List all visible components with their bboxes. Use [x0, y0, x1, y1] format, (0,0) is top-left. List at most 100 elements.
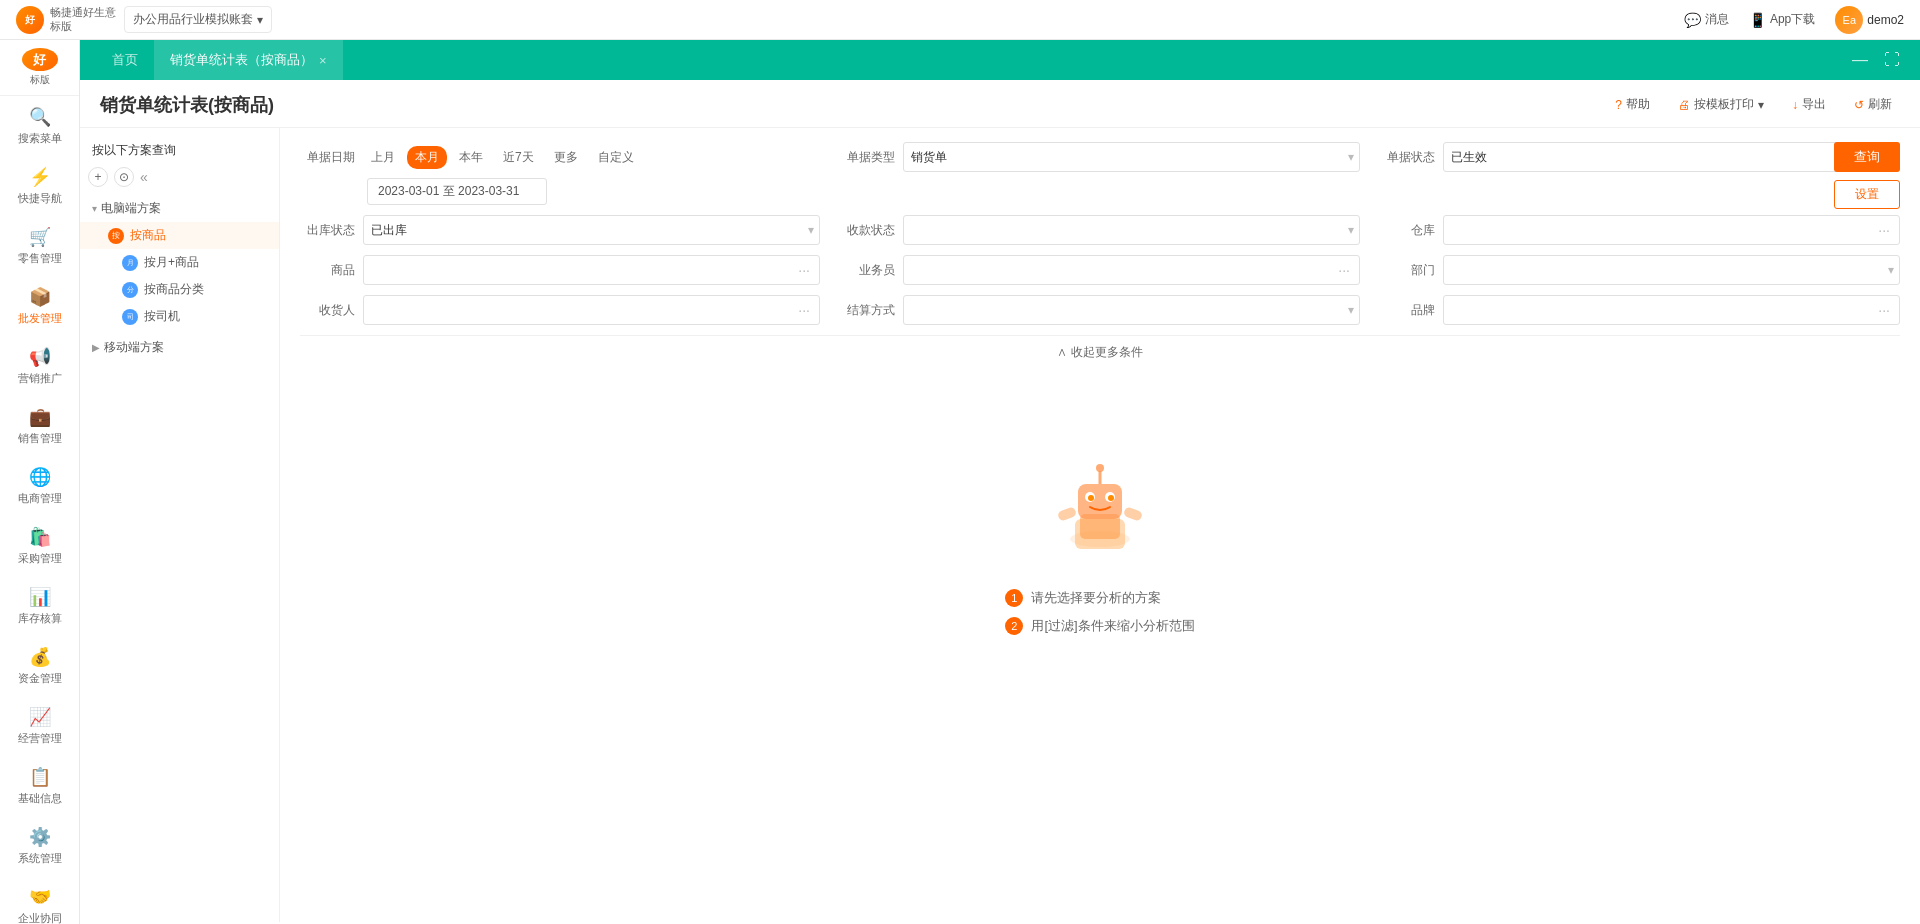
filter-action-buttons: 查询 设置: [1834, 142, 1900, 209]
refresh-icon: ↺: [1854, 98, 1864, 112]
panel-title: 按以下方案查询: [92, 142, 176, 159]
settlement-label: 结算方式: [840, 302, 895, 319]
recipient-label: 收货人: [300, 302, 355, 319]
sidebar-item-operation[interactable]: 📈 经营管理: [0, 696, 79, 756]
search-icon: 🔍: [29, 106, 51, 128]
step-num-2: 2: [1005, 617, 1023, 635]
step-num-1: 1: [1005, 589, 1023, 607]
date-tab-custom[interactable]: 自定义: [590, 146, 642, 169]
date-tab-7days[interactable]: 近7天: [495, 146, 542, 169]
sidebar-item-ecommerce[interactable]: 🌐 电商管理: [0, 456, 79, 516]
sidebar-item-basic[interactable]: 📋 基础信息: [0, 756, 79, 816]
tree-item-by-month-label: 按月+商品: [144, 254, 199, 271]
settlement-dropdown-icon[interactable]: ▾: [1348, 303, 1354, 317]
print-button[interactable]: 🖨 按模板打印 ▾: [1670, 92, 1772, 117]
tree-group-desktop-header[interactable]: ▾ 电脑端方案: [80, 195, 279, 222]
date-tab-thismonth[interactable]: 本月: [407, 146, 447, 169]
brand-more-icon[interactable]: ···: [1874, 302, 1894, 318]
window-controls: — ⛶: [1848, 48, 1904, 72]
avatar: Ea: [1835, 6, 1863, 34]
empty-step-2-text: 用[过滤]条件来缩小分析范围: [1031, 617, 1194, 635]
ecommerce-icon: 🌐: [29, 466, 51, 488]
payment-status-dropdown-icon[interactable]: ▾: [1348, 223, 1354, 237]
empty-step-2: 2 用[过滤]条件来缩小分析范围: [1005, 617, 1194, 635]
tab-close-icon[interactable]: ×: [319, 53, 327, 68]
tab-home[interactable]: 首页: [96, 40, 154, 80]
product-more-icon[interactable]: ···: [794, 262, 814, 278]
help-button[interactable]: ? 帮助: [1607, 92, 1658, 117]
sidebar-item-purchase[interactable]: 🛍️ 采购管理: [0, 516, 79, 576]
download-icon: 📱: [1749, 12, 1766, 28]
product-wrap: ···: [363, 255, 820, 285]
print-dropdown-icon[interactable]: ▾: [1758, 98, 1764, 112]
salesperson-label: 业务员: [840, 262, 895, 279]
top-header: 好 畅捷通好生意 标版 办公用品行业模拟账套 ▾ 💬 消息 📱 App下载 Ea…: [0, 0, 1920, 40]
workspace-selector[interactable]: 办公用品行业模拟账套 ▾: [124, 6, 272, 33]
sidebar-item-retail[interactable]: 🛒 零售管理: [0, 216, 79, 276]
tree-item-by-product[interactable]: 按 按商品: [80, 222, 279, 249]
sidebar-item-cooperation[interactable]: 🤝 企业协同: [0, 876, 79, 924]
salesperson-input[interactable]: [903, 255, 1360, 285]
sidebar-label-ecommerce: 电商管理: [18, 491, 62, 506]
minimize-icon[interactable]: —: [1848, 48, 1872, 72]
payment-status-wrap: ▾: [903, 215, 1360, 245]
warehouse-input[interactable]: [1443, 215, 1900, 245]
collapse-more-conditions[interactable]: ∧ 收起更多条件: [300, 335, 1900, 369]
add-scheme-button[interactable]: +: [88, 167, 108, 187]
recipient-more-icon[interactable]: ···: [794, 302, 814, 318]
tab-current[interactable]: 销货单统计表（按商品） ×: [154, 40, 343, 80]
settings-scheme-icon: ⊙: [119, 170, 129, 184]
payment-status-input[interactable]: [903, 215, 1360, 245]
warehouse-status-wrap: 已出库 ▾: [363, 215, 820, 245]
warehouse-more-icon[interactable]: ···: [1874, 222, 1894, 238]
settings-scheme-button[interactable]: ⊙: [114, 167, 134, 187]
recipient-input[interactable]: [363, 295, 820, 325]
sidebar-item-system[interactable]: ⚙️ 系统管理: [0, 816, 79, 876]
query-button[interactable]: 查询: [1834, 142, 1900, 172]
app-download-action[interactable]: 📱 App下载: [1749, 11, 1815, 28]
message-action[interactable]: 💬 消息: [1684, 11, 1729, 28]
date-range-display[interactable]: 2023-03-01 至 2023-03-31: [367, 178, 547, 205]
tree-item-by-category[interactable]: 分 按商品分类: [80, 276, 279, 303]
sidebar-label-sales: 销售管理: [18, 431, 62, 446]
collapse-panel-button[interactable]: «: [140, 169, 148, 185]
user-name[interactable]: demo2: [1867, 13, 1904, 27]
page-header: 销货单统计表(按商品) ? 帮助 🖨 按模板打印 ▾ ↓ 导出: [80, 80, 1920, 128]
sidebar-label-system: 系统管理: [18, 851, 62, 866]
date-tabs: 上月 本月 本年 近7天 更多 自定义: [363, 146, 642, 169]
tree-expand-mobile-icon: ▶: [92, 342, 100, 353]
warehouse-label: 仓库: [1380, 222, 1435, 239]
sidebar-item-inventory[interactable]: 📊 库存核算: [0, 576, 79, 636]
sidebar-item-search[interactable]: 🔍 搜索菜单: [0, 96, 79, 156]
doctype-value: 销货单: [911, 149, 1340, 166]
settlement-input[interactable]: [903, 295, 1360, 325]
empty-robot-svg: [1040, 449, 1160, 569]
maximize-icon[interactable]: ⛶: [1880, 48, 1904, 72]
brand-input[interactable]: [1443, 295, 1900, 325]
sidebar-item-sales[interactable]: 💼 销售管理: [0, 396, 79, 456]
wholesale-icon: 📦: [29, 286, 51, 308]
tree-item-by-sku[interactable]: 司 按司机: [80, 303, 279, 330]
sidebar-item-quicknav[interactable]: ⚡ 快捷导航: [0, 156, 79, 216]
date-tab-more[interactable]: 更多: [546, 146, 586, 169]
salesperson-more-icon[interactable]: ···: [1334, 262, 1354, 278]
sidebar-label-marketing: 营销推广: [18, 371, 62, 386]
user-profile[interactable]: Ea demo2: [1835, 6, 1904, 34]
tree-item-by-month-product[interactable]: 月 按月+商品: [80, 249, 279, 276]
settings-button[interactable]: 设置: [1834, 180, 1900, 209]
sidebar-item-marketing[interactable]: 📢 营销推广: [0, 336, 79, 396]
refresh-button[interactable]: ↺ 刷新: [1846, 92, 1900, 117]
warehouse-status-dropdown-icon[interactable]: ▾: [808, 223, 814, 237]
date-tab-thisyear[interactable]: 本年: [451, 146, 491, 169]
date-tab-lastmonth[interactable]: 上月: [363, 146, 403, 169]
doctype-dropdown-icon[interactable]: ▾: [1348, 150, 1354, 164]
department-input[interactable]: [1443, 255, 1900, 285]
sidebar-item-wholesale[interactable]: 📦 批发管理: [0, 276, 79, 336]
export-button[interactable]: ↓ 导出: [1784, 92, 1834, 117]
brand-wrap: ···: [1443, 295, 1900, 325]
tree-group-mobile-header[interactable]: ▶ 移动端方案: [80, 334, 279, 361]
sidebar-item-finance[interactable]: 💰 资金管理: [0, 636, 79, 696]
sidebar-label-quicknav: 快捷导航: [18, 191, 62, 206]
product-input[interactable]: [363, 255, 820, 285]
department-dropdown-icon[interactable]: ▾: [1888, 263, 1894, 277]
